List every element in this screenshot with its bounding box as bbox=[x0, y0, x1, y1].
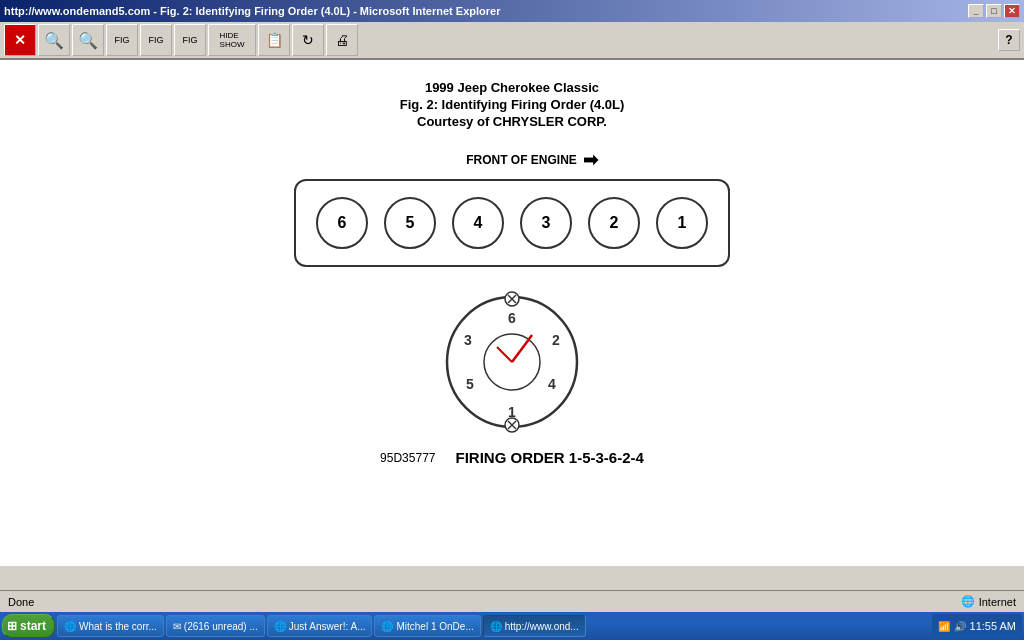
svg-text:3: 3 bbox=[464, 332, 472, 348]
taskbar-item-5[interactable]: 🌐 http://www.ond... bbox=[483, 615, 586, 637]
volume-icon: 🔊 bbox=[954, 621, 966, 632]
search2-button[interactable]: 🔍 bbox=[72, 24, 104, 56]
svg-text:6: 6 bbox=[508, 310, 516, 326]
taskbar-item-1[interactable]: 🌐 What is the corr... bbox=[57, 615, 164, 637]
cylinder-4: 4 bbox=[452, 197, 504, 249]
close-button[interactable]: ✕ bbox=[1004, 4, 1020, 18]
ie-icon: 🌐 bbox=[64, 621, 76, 632]
front-label: FRONT OF ENGINE ➡ bbox=[466, 149, 598, 171]
help-button[interactable]: ? bbox=[998, 29, 1020, 51]
search-button[interactable]: 🔍 bbox=[38, 24, 70, 56]
globe-icon: 🌐 bbox=[961, 595, 975, 608]
window-title: http://www.ondemand5.com - Fig. 2: Ident… bbox=[4, 5, 968, 17]
status-bar: Done 🌐 Internet bbox=[0, 590, 1024, 612]
taskbar-item-3[interactable]: 🌐 Just Answer!: A... bbox=[267, 615, 373, 637]
fig-button1[interactable]: FIG bbox=[106, 24, 138, 56]
diagram-bottom: 95D35777 FIRING ORDER 1-5-3-6-2-4 bbox=[380, 449, 644, 466]
notes-button[interactable]: 📋 bbox=[258, 24, 290, 56]
network-icon: 📶 bbox=[938, 621, 950, 632]
ie-icon3: 🌐 bbox=[381, 621, 393, 632]
zone-label: Internet bbox=[979, 596, 1016, 608]
ie-icon2: 🌐 bbox=[274, 621, 286, 632]
print-button[interactable]: 🖨 bbox=[326, 24, 358, 56]
taskbar: ⊞ start 🌐 What is the corr... ✉ (2616 un… bbox=[0, 612, 1024, 640]
stop-button[interactable]: ✕ bbox=[4, 24, 36, 56]
maximize-button[interactable]: □ bbox=[986, 4, 1002, 18]
status-text: Done bbox=[8, 596, 961, 608]
page-title-line2: Fig. 2: Identifying Firing Order (4.0L) bbox=[400, 97, 625, 112]
cylinder-6: 6 bbox=[316, 197, 368, 249]
svg-text:4: 4 bbox=[548, 376, 556, 392]
distributor-area: 6 2 4 1 5 3 bbox=[432, 277, 592, 445]
windows-icon: ⊞ bbox=[7, 619, 17, 633]
cylinder-2: 2 bbox=[588, 197, 640, 249]
cylinder-row: 6 5 4 3 2 1 bbox=[294, 179, 730, 267]
clock: 11:55 AM bbox=[970, 620, 1016, 632]
svg-text:5: 5 bbox=[466, 376, 474, 392]
cylinder-5: 5 bbox=[384, 197, 436, 249]
status-internet: 🌐 Internet bbox=[961, 595, 1016, 608]
title-buttons: _ □ ✕ bbox=[968, 4, 1020, 18]
start-button[interactable]: ⊞ start bbox=[2, 614, 55, 638]
refresh-button[interactable]: ↻ bbox=[292, 24, 324, 56]
page-title-line1: 1999 Jeep Cherokee Classic bbox=[425, 80, 599, 95]
title-bar: http://www.ondemand5.com - Fig. 2: Ident… bbox=[0, 0, 1024, 22]
arrow-icon: ➡ bbox=[583, 149, 598, 171]
fig-button3[interactable]: FIG bbox=[174, 24, 206, 56]
taskbar-item-2[interactable]: ✉ (2616 unread) ... bbox=[166, 615, 265, 637]
hide-show-button[interactable]: HIDESHOW bbox=[208, 24, 256, 56]
svg-text:2: 2 bbox=[552, 332, 560, 348]
content-area: 1999 Jeep Cherokee Classic Fig. 2: Ident… bbox=[0, 60, 1024, 566]
part-number: 95D35777 bbox=[380, 451, 435, 465]
page-courtesy: Courtesy of CHRYSLER CORP. bbox=[417, 114, 607, 129]
email-icon: ✉ bbox=[173, 621, 181, 632]
svg-text:1: 1 bbox=[508, 404, 516, 420]
distributor-svg: 6 2 4 1 5 3 bbox=[432, 277, 592, 437]
firing-order-text: FIRING ORDER 1-5-3-6-2-4 bbox=[456, 449, 644, 466]
cylinder-3: 3 bbox=[520, 197, 572, 249]
cylinder-1: 1 bbox=[656, 197, 708, 249]
fig-button2[interactable]: FIG bbox=[140, 24, 172, 56]
diagram-container: FRONT OF ENGINE ➡ 6 5 4 3 2 1 bbox=[294, 149, 730, 466]
ie-icon4: 🌐 bbox=[490, 621, 502, 632]
minimize-button[interactable]: _ bbox=[968, 4, 984, 18]
toolbar: ✕ 🔍 🔍 FIG FIG FIG HIDESHOW 📋 ↻ 🖨 ? bbox=[0, 22, 1024, 60]
taskbar-item-4[interactable]: 🌐 Mitchel 1 OnDe... bbox=[374, 615, 480, 637]
system-tray: 📶 🔊 11:55 AM bbox=[932, 614, 1022, 638]
